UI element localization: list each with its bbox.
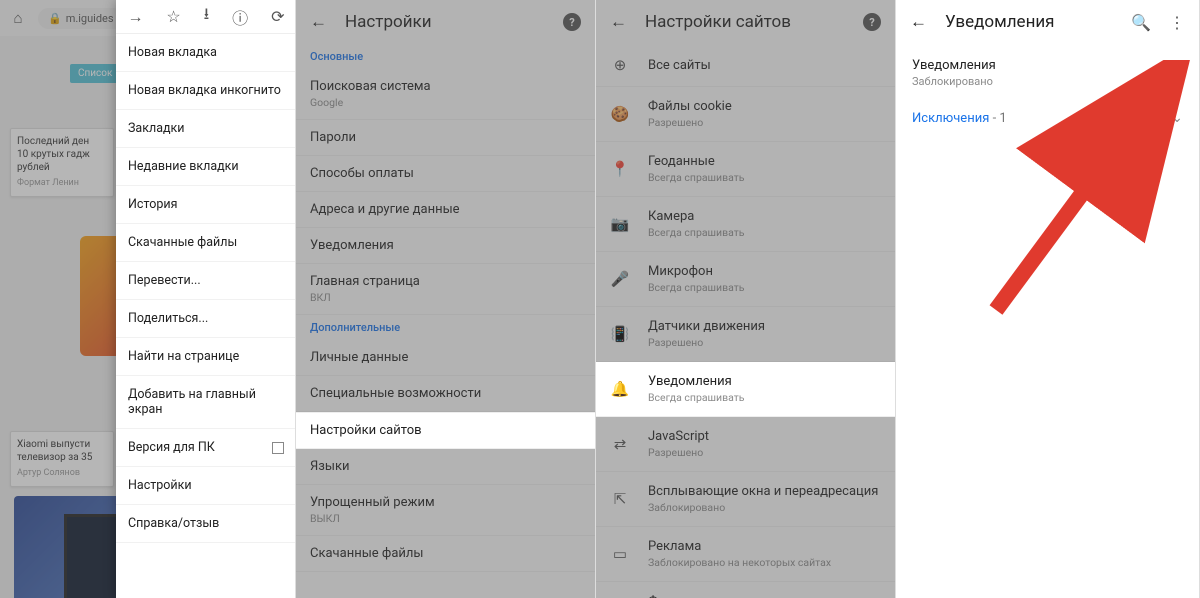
back-icon[interactable]: ← — [310, 12, 327, 32]
js-icon: ⇄ — [610, 435, 630, 453]
motion-icon: 📳 — [610, 325, 630, 343]
row-camera[interactable]: 📷КамераВсегда спрашивать — [596, 197, 895, 252]
settings-header: ← Настройки ? — [296, 0, 595, 44]
reload-icon[interactable]: ⟳ — [271, 7, 284, 26]
overflow-menu: → ☆ ⭳ ⓘ ⟳ Новая вкладка Новая вкладка ин… — [116, 0, 296, 598]
row-motion[interactable]: 📳Датчики движенияРазрешено — [596, 307, 895, 362]
row-search-engine[interactable]: Поисковая системаGoogle — [296, 69, 595, 120]
row-languages[interactable]: Языки — [296, 449, 595, 485]
row-all-sites[interactable]: ⊕Все сайты — [596, 44, 895, 87]
row-downloads[interactable]: Скачанные файлы — [296, 536, 595, 572]
notifications-toggle-row[interactable]: Уведомления Заблокировано — [896, 44, 1199, 94]
globe-icon: ⊕ — [610, 56, 630, 74]
toggle-switch[interactable] — [1153, 66, 1183, 80]
page-title: Настройки — [345, 12, 432, 32]
more-icon[interactable]: ⋮ — [1169, 13, 1185, 32]
pane-site-settings: ← Настройки сайтов ? ⊕Все сайты 🍪Файлы c… — [596, 0, 896, 598]
back-icon[interactable]: ← — [610, 12, 627, 32]
menu-incognito[interactable]: Новая вкладка инкогнито — [116, 72, 296, 110]
bell-icon: 🔔 — [610, 380, 630, 398]
toggle-label: Уведомления — [912, 58, 996, 73]
page-title: Уведомления — [945, 12, 1055, 32]
exceptions-count: - 1 — [993, 111, 1007, 126]
row-site-settings[interactable]: Настройки сайтов — [296, 412, 595, 449]
pane-browser-menu: ⌂ 🔒 m.iguides Список Последний ден 10 кр… — [0, 0, 296, 598]
back-icon[interactable]: ← — [910, 12, 927, 32]
article-card[interactable]: Xiaomi выпусти телевизор за 35 Артур Сол… — [10, 431, 114, 487]
notifications-header: ← Уведомления 🔍 ⋮ — [896, 0, 1199, 44]
row-lite-mode[interactable]: Упрощенный режимВЫКЛ — [296, 485, 595, 536]
menu-find[interactable]: Найти на странице — [116, 338, 296, 376]
menu-translate[interactable]: Перевести... — [116, 262, 296, 300]
help-icon[interactable]: ? — [863, 13, 881, 31]
row-accessibility[interactable]: Специальные возможности — [296, 376, 595, 412]
exceptions-link[interactable]: Исключения — [912, 111, 989, 126]
exceptions-row[interactable]: Исключения - 1 ⌄ — [896, 94, 1199, 142]
row-bg-sync[interactable]: ⟳Фоновая синхронизацияРазрешено — [596, 582, 895, 598]
pane-settings: ← Настройки ? Основные Поисковая система… — [296, 0, 596, 598]
site-settings-header: ← Настройки сайтов ? — [596, 0, 895, 44]
row-addresses[interactable]: Адреса и другие данные — [296, 192, 595, 228]
download-icon[interactable]: ⭳ — [204, 3, 210, 30]
cookie-icon: 🍪 — [610, 105, 630, 123]
url-bar[interactable]: 🔒 m.iguides — [38, 8, 124, 29]
checkbox-icon[interactable] — [272, 442, 284, 454]
section-main: Основные — [296, 44, 595, 69]
menu-recent-tabs[interactable]: Недавние вкладки — [116, 148, 296, 186]
pane-notifications: ← Уведомления 🔍 ⋮ Уведомления Заблокиров… — [896, 0, 1200, 598]
popup-icon: ⇱ — [610, 490, 630, 508]
article-author: Артур Солянов — [17, 468, 107, 480]
row-popups[interactable]: ⇱Всплывающие окна и переадресацияЗаблоки… — [596, 472, 895, 527]
row-site-notifications[interactable]: 🔔УведомленияВсегда спрашивать — [596, 362, 895, 417]
forward-icon[interactable]: → — [127, 7, 143, 27]
row-javascript[interactable]: ⇄JavaScriptРазрешено — [596, 417, 895, 472]
chevron-down-icon: ⌄ — [1171, 110, 1183, 126]
section-advanced: Дополнительные — [296, 315, 595, 340]
article-title: Xiaomi выпусти телевизор за 35 — [17, 438, 107, 464]
row-cookies[interactable]: 🍪Файлы cookieРазрешено — [596, 87, 895, 142]
row-location[interactable]: 📍ГеоданныеВсегда спрашивать — [596, 142, 895, 197]
location-icon: 📍 — [610, 160, 630, 178]
menu-add-home[interactable]: Добавить на главный экран — [116, 376, 296, 429]
menu-settings[interactable]: Настройки — [116, 467, 296, 505]
menu-toolbar: → ☆ ⭳ ⓘ ⟳ — [116, 0, 296, 34]
ads-icon: ▭ — [610, 545, 630, 563]
article-author: Формат Ленин — [17, 178, 107, 190]
lock-icon: 🔒 — [48, 12, 62, 25]
menu-downloads[interactable]: Скачанные файлы — [116, 224, 296, 262]
article-card[interactable]: Последний ден 10 крутых гадж рублей Форм… — [10, 128, 114, 197]
row-passwords[interactable]: Пароли — [296, 120, 595, 156]
menu-bookmarks[interactable]: Закладки — [116, 110, 296, 148]
home-icon[interactable]: ⌂ — [8, 8, 28, 28]
row-homepage[interactable]: Главная страницаВКЛ — [296, 264, 595, 315]
menu-new-tab[interactable]: Новая вкладка — [116, 34, 296, 72]
camera-icon: 📷 — [610, 215, 630, 233]
menu-history[interactable]: История — [116, 186, 296, 224]
row-payments[interactable]: Способы оплаты — [296, 156, 595, 192]
row-microphone[interactable]: 🎤МикрофонВсегда спрашивать — [596, 252, 895, 307]
menu-desktop-site[interactable]: Версия для ПК — [116, 429, 296, 467]
menu-share[interactable]: Поделиться... — [116, 300, 296, 338]
row-privacy[interactable]: Личные данные — [296, 340, 595, 376]
mic-icon: 🎤 — [610, 270, 630, 288]
url-text: m.iguides — [66, 12, 114, 25]
row-ads[interactable]: ▭РекламаЗаблокировано на некоторых сайта… — [596, 527, 895, 582]
menu-help[interactable]: Справка/отзыв — [116, 505, 296, 543]
star-icon[interactable]: ☆ — [166, 7, 180, 26]
article-title: Последний ден 10 крутых гадж рублей — [17, 135, 107, 174]
tag-chip[interactable]: Список — [70, 64, 120, 83]
help-icon[interactable]: ? — [563, 13, 581, 31]
search-icon[interactable]: 🔍 — [1131, 13, 1151, 32]
page-title: Настройки сайтов — [645, 12, 791, 32]
row-notifications[interactable]: Уведомления — [296, 228, 595, 264]
info-icon[interactable]: ⓘ — [232, 5, 248, 29]
toggle-status: Заблокировано — [912, 75, 996, 88]
